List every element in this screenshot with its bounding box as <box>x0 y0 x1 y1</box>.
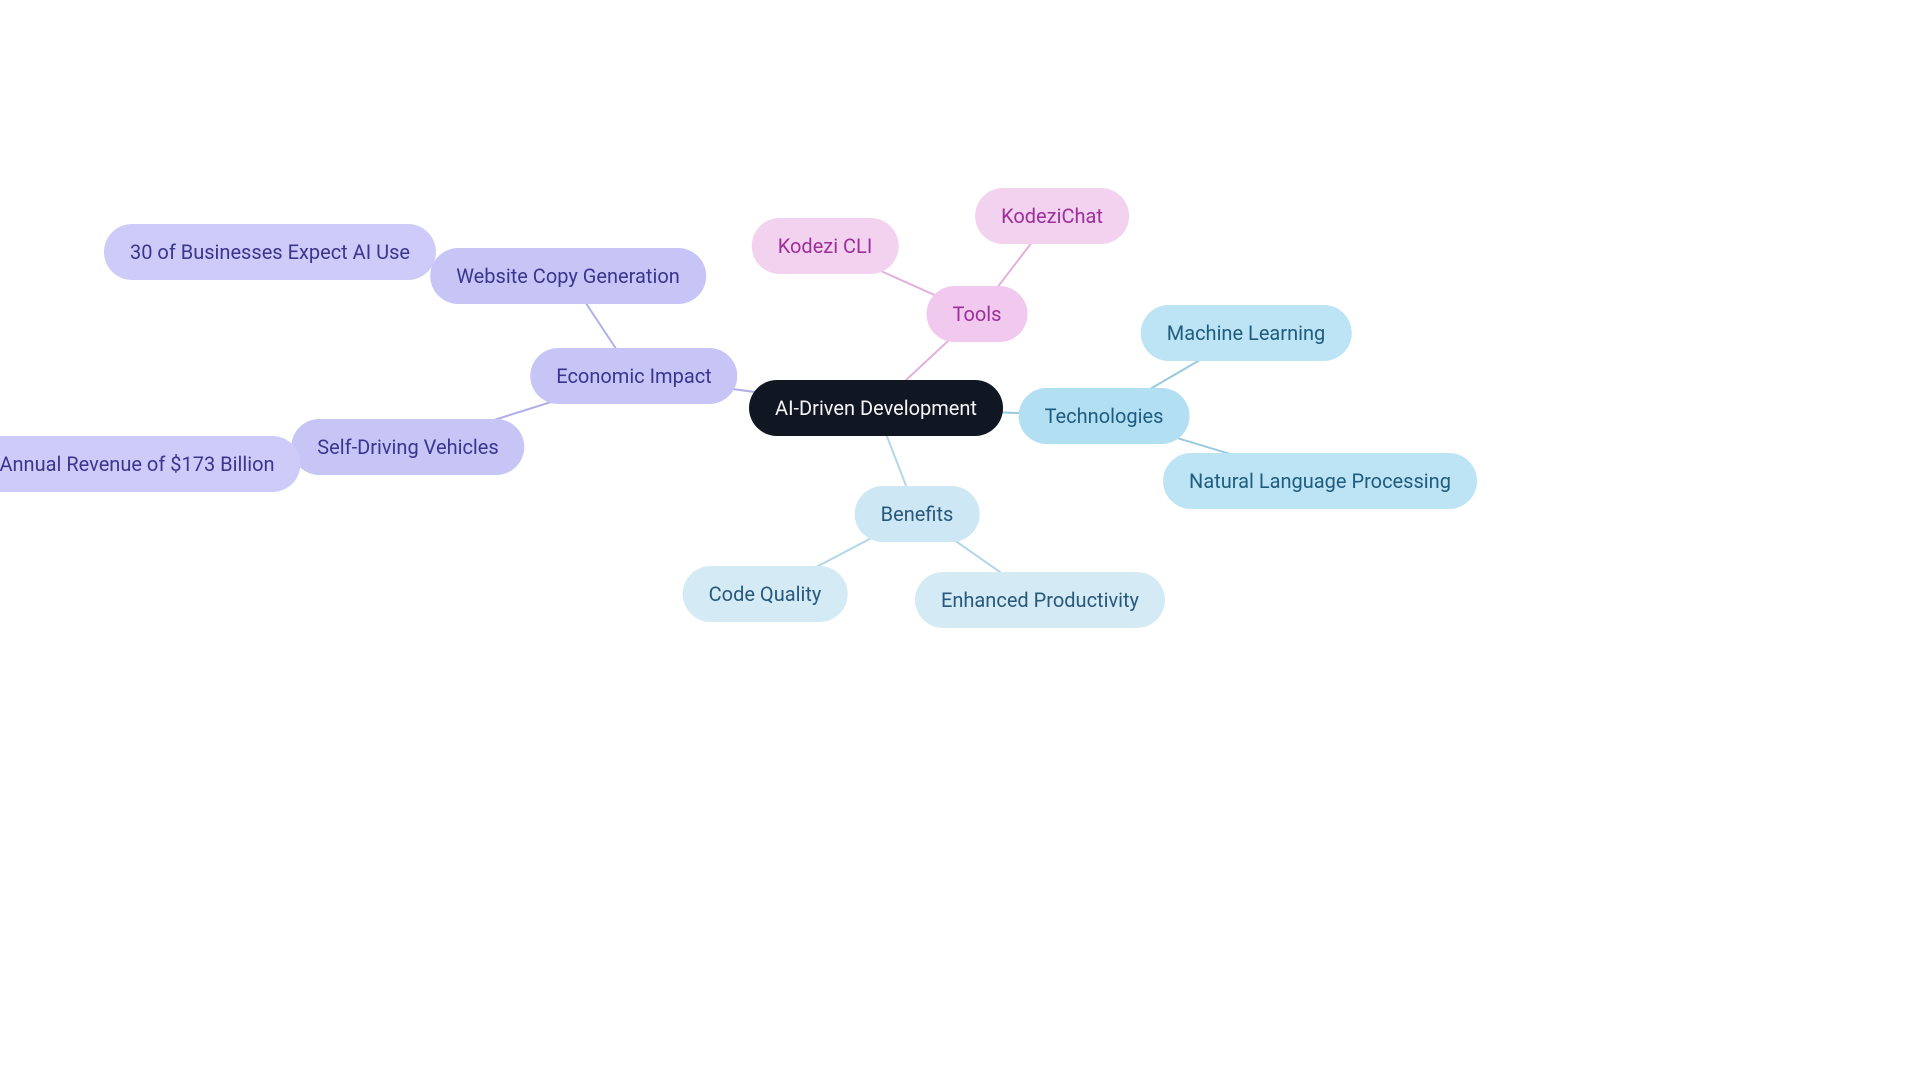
node-machine-learning[interactable]: Machine Learning <box>1141 305 1352 361</box>
node-center[interactable]: AI-Driven Development <box>749 380 1003 436</box>
node-label: Enhanced Productivity <box>941 588 1139 612</box>
node-label: Machine Learning <box>1167 321 1326 345</box>
node-label: Natural Language Processing <box>1189 469 1451 493</box>
mindmap-canvas: AI-Driven Development Economic Impact We… <box>0 0 1920 1083</box>
node-label: AI-Driven Development <box>775 396 977 420</box>
edge-layer <box>0 0 1920 1083</box>
node-label: KodeziChat <box>1001 204 1103 228</box>
node-nlp[interactable]: Natural Language Processing <box>1163 453 1477 509</box>
node-businesses-stat[interactable]: 30 of Businesses Expect AI Use <box>104 224 436 280</box>
node-label: Website Copy Generation <box>456 264 680 288</box>
node-self-driving[interactable]: Self-Driving Vehicles <box>291 419 524 475</box>
node-label: 30 of Businesses Expect AI Use <box>130 240 410 264</box>
node-label: Annual Revenue of $173 Billion <box>0 452 275 476</box>
node-label: Self-Driving Vehicles <box>317 435 498 459</box>
node-label: Economic Impact <box>556 364 711 388</box>
node-label: Kodezi CLI <box>778 234 873 258</box>
node-technologies[interactable]: Technologies <box>1019 388 1190 444</box>
node-label: Benefits <box>881 502 954 526</box>
node-economic-impact[interactable]: Economic Impact <box>530 348 737 404</box>
node-productivity[interactable]: Enhanced Productivity <box>915 572 1165 628</box>
node-tools[interactable]: Tools <box>927 286 1028 342</box>
node-kodezi-cli[interactable]: Kodezi CLI <box>752 218 899 274</box>
node-label: Tools <box>953 302 1002 326</box>
node-label: Technologies <box>1045 404 1164 428</box>
node-benefits[interactable]: Benefits <box>855 486 980 542</box>
node-revenue-stat[interactable]: Annual Revenue of $173 Billion <box>0 436 301 492</box>
node-label: Code Quality <box>709 582 822 606</box>
node-kodezichat[interactable]: KodeziChat <box>975 188 1129 244</box>
node-website-copy[interactable]: Website Copy Generation <box>430 248 706 304</box>
node-code-quality[interactable]: Code Quality <box>683 566 848 622</box>
